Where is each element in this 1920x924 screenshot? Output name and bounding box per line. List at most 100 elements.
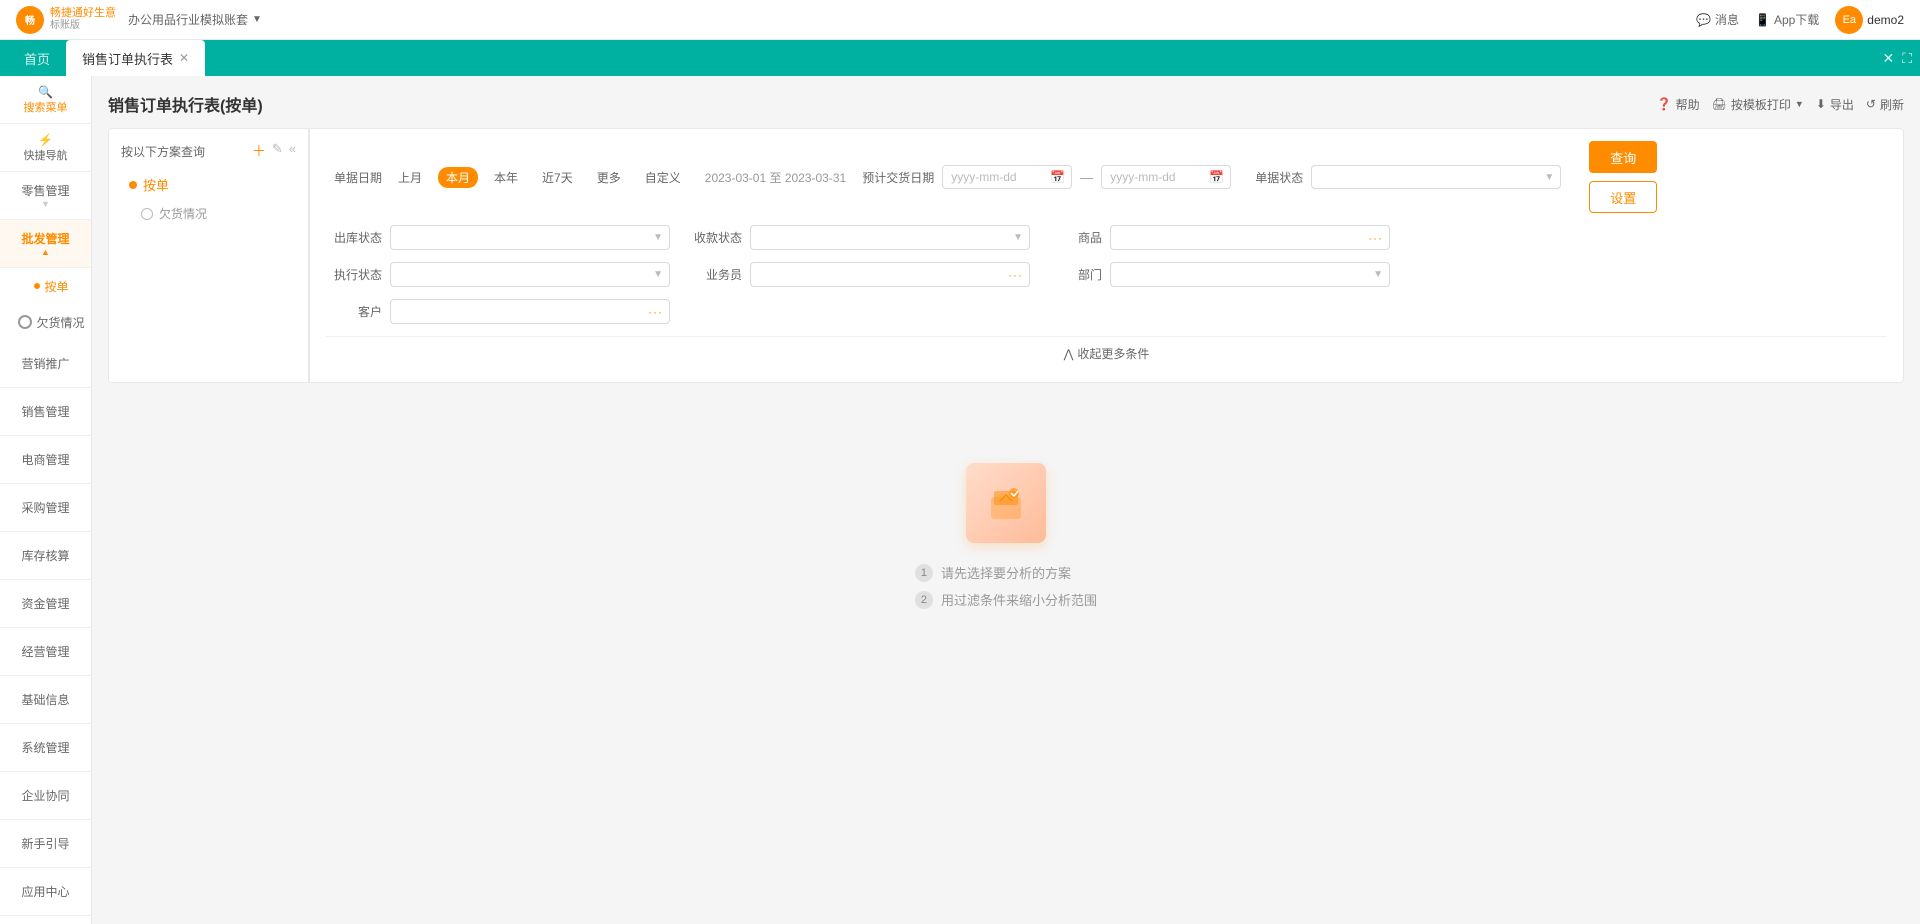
sidebar-item-quicknav[interactable]: ⚡ 快捷导航 <box>0 124 91 172</box>
sidebar-item-newbie[interactable]: 新手引导 <box>0 820 91 868</box>
scheme-panel: 按以下方案查询 ＋ ✎ « 按单 欠货情况 <box>109 129 309 382</box>
page-title: 销售订单执行表(按单) <box>108 92 263 116</box>
help-icon: ❓ <box>1657 97 1672 111</box>
app-download-action[interactable]: 📱 App下载 <box>1755 11 1819 28</box>
sidebar-sub-item-order[interactable]: 按单 <box>0 268 91 304</box>
date-label: 单据日期 <box>326 169 382 186</box>
collapse-up-icon: ⋀ <box>1064 347 1074 361</box>
date-from-input[interactable]: yyyy-mm-dd 📅 <box>942 165 1072 189</box>
sidebar-item-retail[interactable]: 零售管理 ▼ <box>0 172 91 220</box>
message-action[interactable]: 💬 消息 <box>1696 11 1739 28</box>
receipt-status-select[interactable]: ▼ <box>750 225 1030 250</box>
close-icon[interactable]: ✕ <box>179 51 189 65</box>
date-tab-group: 上月 本月 本年 近7天 更多 自定义 2023-03-01 至 2023-03… <box>390 167 846 188</box>
svg-text:畅: 畅 <box>25 14 35 27</box>
help-button[interactable]: ❓ 帮助 <box>1657 96 1700 113</box>
settings-button[interactable]: 设置 <box>1589 181 1657 213</box>
sidebar-item-inventory[interactable]: 库存核算 <box>0 532 91 580</box>
avatar: Ea <box>1835 6 1863 34</box>
dot-icon <box>34 283 40 289</box>
tab-home-label: 首页 <box>24 49 50 68</box>
date-to-input[interactable]: yyyy-mm-dd 📅 <box>1101 165 1231 189</box>
btn-group: 查询 设置 <box>1589 141 1657 213</box>
salesperson-item: 业务员 ··· <box>686 262 1030 287</box>
execution-label: 执行状态 <box>326 266 382 283</box>
sidebar-item-marketing[interactable]: 营销推广 <box>0 340 91 388</box>
sub-circle-icon <box>141 208 153 220</box>
scheme-item-by-order[interactable]: 按单 <box>121 169 296 200</box>
calendar-icon: 📅 <box>1050 170 1065 184</box>
template-print-button[interactable]: 🖨 按模板打印 ▼ <box>1712 96 1804 113</box>
department-item: 部门 ▼ <box>1046 262 1390 287</box>
tab-sales-exec[interactable]: 销售订单执行表 ✕ <box>66 40 205 76</box>
date-tab-more[interactable]: 更多 <box>589 167 629 188</box>
empty-tip-2: 2 用过滤条件来缩小分析范围 <box>915 590 1097 609</box>
sidebar-item-ecommerce[interactable]: 电商管理 <box>0 436 91 484</box>
goods-select[interactable]: ··· <box>1110 225 1390 250</box>
tab-bar-actions: ✕ ⛶ <box>1882 50 1912 67</box>
sidebar-item-wholesale[interactable]: 批发管理 ▲ <box>0 220 91 268</box>
department-select[interactable]: ▼ <box>1110 262 1390 287</box>
main-layout: 🔍 搜索菜单 ⚡ 快捷导航 零售管理 ▼ 批发管理 ▲ 按单 欠货情况 营销推广 <box>0 76 1920 924</box>
circle-icon <box>18 315 32 329</box>
chevron-icon: ▼ <box>41 199 50 209</box>
sidebar-item-corpWechat[interactable]: 企业微信 <box>0 916 91 924</box>
sidebar-item-purchase[interactable]: 采购管理 <box>0 484 91 532</box>
salesperson-label: 业务员 <box>686 266 742 283</box>
date-tab-this-year[interactable]: 本年 <box>486 167 526 188</box>
sidebar-item-system[interactable]: 系统管理 <box>0 724 91 772</box>
delivery-status-item: 出库状态 ▼ <box>326 225 670 250</box>
content-area: 销售订单执行表(按单) ❓ 帮助 🖨 按模板打印 ▼ ⬇ 导出 <box>92 76 1920 924</box>
close-tab-button[interactable]: ✕ <box>1882 50 1894 67</box>
date-tab-7days[interactable]: 近7天 <box>534 167 581 188</box>
department-label: 部门 <box>1046 266 1102 283</box>
company-select[interactable]: 办公用品行业模拟账套 ▼ <box>128 11 262 28</box>
sidebar-item-appCenter[interactable]: 应用中心 <box>0 868 91 916</box>
page-content: 销售订单执行表(按单) ❓ 帮助 🖨 按模板打印 ▼ ⬇ 导出 <box>92 76 1920 713</box>
top-bar-right: 💬 消息 📱 App下载 Ea demo2 <box>1696 6 1904 34</box>
user-area[interactable]: Ea demo2 <box>1835 6 1904 34</box>
add-scheme-button[interactable]: ＋ <box>252 141 266 161</box>
sidebar-item-search[interactable]: 🔍 搜索菜单 <box>0 76 91 124</box>
user-name[interactable]: demo2 <box>1867 13 1904 27</box>
execution-status-item: 执行状态 ▼ <box>326 262 670 287</box>
date-tab-this-month[interactable]: 本月 <box>438 167 478 188</box>
salesperson-select[interactable]: ··· <box>750 262 1030 287</box>
sidebar-item-enterprise[interactable]: 企业协同 <box>0 772 91 820</box>
scheme-header-actions: ＋ ✎ « <box>252 141 296 161</box>
empty-tips: 1 请先选择要分析的方案 2 用过滤条件来缩小分析范围 <box>915 563 1097 617</box>
delivery-status-select[interactable]: ▼ <box>390 225 670 250</box>
date-tab-custom[interactable]: 自定义 <box>637 167 689 188</box>
top-bar-left: 畅 畅捷通好生意 标账版 办公用品行业模拟账套 ▼ <box>16 6 262 34</box>
sidebar-item-finance[interactable]: 资金管理 <box>0 580 91 628</box>
order-status-item: 单据状态 ▼ <box>1247 165 1561 189</box>
date-range-display: 2023-03-01 至 2023-03-31 <box>705 169 846 186</box>
filter-row-customer: 客户 ··· <box>326 299 1887 324</box>
execution-select[interactable]: ▼ <box>390 262 670 287</box>
date-filter-item: 单据日期 上月 本月 本年 近7天 更多 自定义 2023-03-01 至 20… <box>326 167 846 188</box>
chevron-down-icon: ▼ <box>653 269 663 280</box>
order-status-select[interactable]: ▼ <box>1311 165 1561 189</box>
refresh-button[interactable]: ↺ 刷新 <box>1866 96 1904 113</box>
tab-home[interactable]: 首页 <box>8 40 66 76</box>
collapse-scheme-button[interactable]: « <box>289 141 296 161</box>
page-header: 销售订单执行表(按单) ❓ 帮助 🖨 按模板打印 ▼ ⬇ 导出 <box>108 92 1904 116</box>
expand-tab-button[interactable]: ⛶ <box>1902 50 1912 67</box>
sidebar-item-operation[interactable]: 经营管理 <box>0 628 91 676</box>
edit-scheme-button[interactable]: ✎ <box>272 141 283 161</box>
customer-select[interactable]: ··· <box>390 299 670 324</box>
search-button[interactable]: 查询 <box>1589 141 1657 173</box>
export-button[interactable]: ⬇ 导出 <box>1816 96 1854 113</box>
sidebar-sub-item-debt[interactable]: 欠货情况 <box>0 304 91 340</box>
sidebar-item-basic[interactable]: 基础信息 <box>0 676 91 724</box>
empty-box-icon <box>966 463 1046 543</box>
collapse-bar[interactable]: ⋀ 收起更多条件 <box>326 336 1887 370</box>
date-tab-last-month[interactable]: 上月 <box>390 167 430 188</box>
sidebar-item-sales[interactable]: 销售管理 <box>0 388 91 436</box>
goods-label: 商品 <box>1046 229 1102 246</box>
filter-main: 单据日期 上月 本月 本年 近7天 更多 自定义 2023-03-01 至 20… <box>310 129 1903 382</box>
sub-scheme-item-debt[interactable]: 欠货情况 <box>121 200 296 227</box>
scheme-dot-icon <box>129 181 137 189</box>
chevron-down-icon: ▼ <box>252 14 262 25</box>
filter-row-status: 出库状态 ▼ 收款状态 ▼ <box>326 225 1887 250</box>
